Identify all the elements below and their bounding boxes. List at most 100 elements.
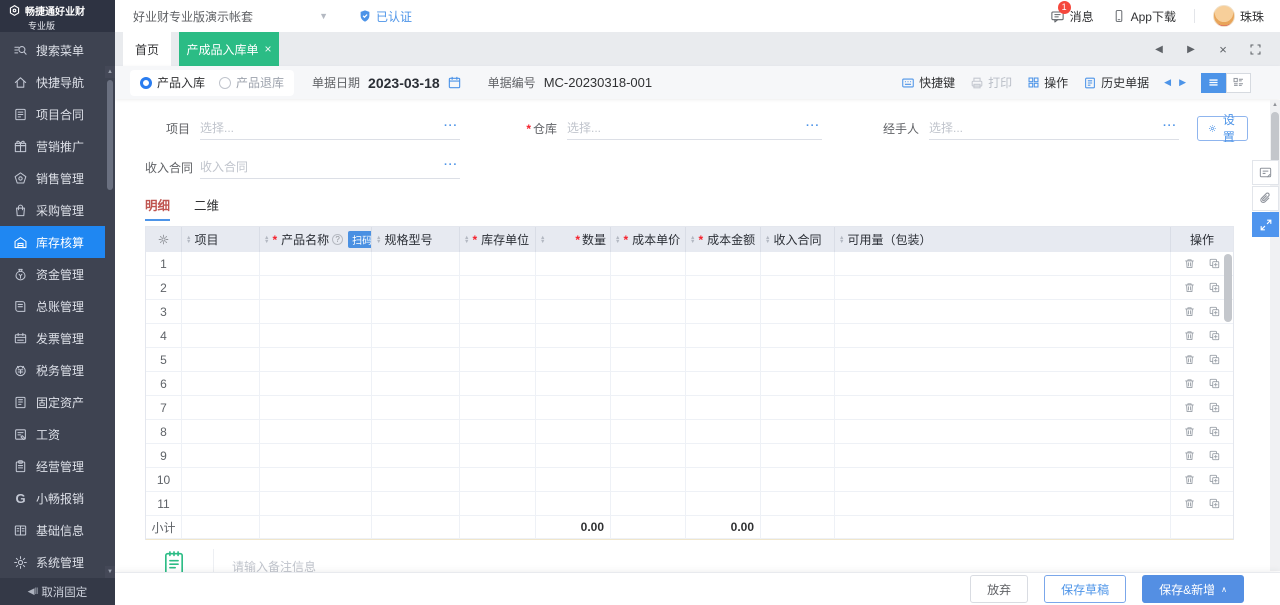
delete-row-icon[interactable] xyxy=(1183,449,1196,462)
history-docs-button[interactable]: 历史单据 xyxy=(1083,74,1149,91)
empty-cell[interactable] xyxy=(536,348,611,372)
delete-row-icon[interactable] xyxy=(1183,473,1196,486)
empty-cell[interactable] xyxy=(536,396,611,420)
save-draft-button[interactable]: 保存草稿 xyxy=(1044,575,1127,603)
project-picker-icon[interactable]: ··· xyxy=(444,120,458,132)
tab-2d[interactable]: 二维 xyxy=(194,195,219,221)
empty-cell[interactable] xyxy=(372,372,460,396)
sidebar-item-gift[interactable]: 营销推广 xyxy=(0,130,105,162)
scan-entry-badge[interactable]: 扫码录入 xyxy=(348,231,371,248)
calendar-icon[interactable] xyxy=(447,75,462,90)
column-settings-header[interactable] xyxy=(146,227,182,252)
remark-input[interactable] xyxy=(232,555,1224,572)
empty-cell[interactable] xyxy=(761,348,835,372)
empty-cell[interactable] xyxy=(182,372,260,396)
sidebar-unpin-button[interactable]: ◀‖ 取消固定 xyxy=(0,578,115,605)
empty-cell[interactable] xyxy=(460,396,536,420)
empty-cell[interactable] xyxy=(611,492,686,516)
sort-icon[interactable]: ▲ ▼ xyxy=(765,235,770,245)
empty-cell[interactable] xyxy=(372,444,460,468)
empty-cell[interactable] xyxy=(372,348,460,372)
column-header-5[interactable]: ▲ ▼ * 数量 xyxy=(536,227,611,252)
account-selector[interactable]: 好业财专业版演示帐套 ▼ xyxy=(133,8,328,25)
verified-badge[interactable]: 已认证 xyxy=(358,8,412,25)
empty-cell[interactable] xyxy=(761,300,835,324)
form-view-toggle[interactable] xyxy=(1226,72,1251,93)
empty-cell[interactable] xyxy=(182,300,260,324)
column-header-7[interactable]: ▲ ▼ * 成本金额 xyxy=(686,227,761,252)
empty-cell[interactable] xyxy=(611,324,686,348)
empty-cell[interactable] xyxy=(260,444,372,468)
sidebar-scroll-up-icon[interactable]: ▲ xyxy=(105,66,115,78)
delete-row-icon[interactable] xyxy=(1183,353,1196,366)
handler-input[interactable] xyxy=(929,116,1179,140)
empty-cell[interactable] xyxy=(835,444,1171,468)
close-tab-icon[interactable]: × xyxy=(265,42,272,56)
copy-row-icon[interactable] xyxy=(1208,425,1221,438)
empty-cell[interactable] xyxy=(260,324,372,348)
sort-icon[interactable]: ▲ ▼ xyxy=(540,235,545,245)
close-all-tabs-icon[interactable]: × xyxy=(1214,40,1232,58)
empty-cell[interactable] xyxy=(536,420,611,444)
empty-cell[interactable] xyxy=(835,300,1171,324)
empty-cell[interactable] xyxy=(260,252,372,276)
empty-cell[interactable] xyxy=(460,492,536,516)
radio-product-inbound[interactable]: 产品入库 xyxy=(140,74,205,91)
empty-cell[interactable] xyxy=(761,396,835,420)
sidebar-item-business[interactable]: 经营管理 xyxy=(0,450,105,482)
empty-cell[interactable] xyxy=(835,492,1171,516)
empty-cell[interactable] xyxy=(182,276,260,300)
sort-icon[interactable]: ▲ ▼ xyxy=(615,235,620,245)
sidebar-item-money[interactable]: 资金管理 xyxy=(0,258,105,290)
empty-cell[interactable] xyxy=(260,492,372,516)
empty-cell[interactable] xyxy=(611,300,686,324)
empty-cell[interactable] xyxy=(761,444,835,468)
column-header-6[interactable]: ▲ ▼ * 成本单价 xyxy=(611,227,686,252)
copy-row-icon[interactable] xyxy=(1208,281,1221,294)
empty-cell[interactable] xyxy=(260,300,372,324)
empty-cell[interactable] xyxy=(260,468,372,492)
column-header-3[interactable]: ▲ ▼ 规格型号 xyxy=(372,227,460,252)
empty-cell[interactable] xyxy=(686,468,761,492)
sidebar-item-invoice[interactable]: 发票管理 xyxy=(0,322,105,354)
empty-cell[interactable] xyxy=(182,252,260,276)
column-header-2[interactable]: ▲▼*产品名称?扫码录入 xyxy=(260,227,372,252)
fullscreen-icon[interactable] xyxy=(1246,40,1264,58)
empty-cell[interactable] xyxy=(611,252,686,276)
warehouse-input[interactable] xyxy=(567,116,822,140)
empty-cell[interactable] xyxy=(372,468,460,492)
copy-row-icon[interactable] xyxy=(1208,473,1221,486)
empty-cell[interactable] xyxy=(260,276,372,300)
doc-date-value[interactable]: 2023-03-18 xyxy=(368,75,440,91)
next-doc-icon[interactable]: ▶ xyxy=(1179,77,1186,88)
empty-cell[interactable] xyxy=(182,492,260,516)
empty-cell[interactable] xyxy=(686,372,761,396)
delete-row-icon[interactable] xyxy=(1183,305,1196,318)
note-tool-button[interactable] xyxy=(1252,160,1279,185)
sidebar-item-system[interactable]: 系统管理 xyxy=(0,546,105,578)
sidebar-item-salary[interactable]: 工资 xyxy=(0,418,105,450)
copy-row-icon[interactable] xyxy=(1208,449,1221,462)
copy-row-icon[interactable] xyxy=(1208,353,1221,366)
empty-cell[interactable] xyxy=(460,276,536,300)
tabs-scroll-left-icon[interactable]: ◀ xyxy=(1150,40,1168,58)
empty-cell[interactable] xyxy=(686,444,761,468)
user-menu[interactable]: 珠珠 xyxy=(1212,5,1264,27)
sidebar-item-contract[interactable]: 项目合同 xyxy=(0,98,105,130)
empty-cell[interactable] xyxy=(182,324,260,348)
empty-cell[interactable] xyxy=(835,372,1171,396)
empty-cell[interactable] xyxy=(611,420,686,444)
scroll-up-icon[interactable]: ▲ xyxy=(1270,100,1280,110)
empty-cell[interactable] xyxy=(761,468,835,492)
delete-row-icon[interactable] xyxy=(1183,425,1196,438)
copy-row-icon[interactable] xyxy=(1208,377,1221,390)
empty-cell[interactable] xyxy=(611,276,686,300)
empty-cell[interactable] xyxy=(260,348,372,372)
empty-cell[interactable] xyxy=(460,420,536,444)
sidebar-item-search[interactable]: 搜索菜单 xyxy=(0,34,105,66)
sidebar-scrollbar[interactable] xyxy=(107,80,113,190)
empty-cell[interactable] xyxy=(761,420,835,444)
empty-cell[interactable] xyxy=(835,468,1171,492)
empty-cell[interactable] xyxy=(835,348,1171,372)
empty-cell[interactable] xyxy=(182,444,260,468)
